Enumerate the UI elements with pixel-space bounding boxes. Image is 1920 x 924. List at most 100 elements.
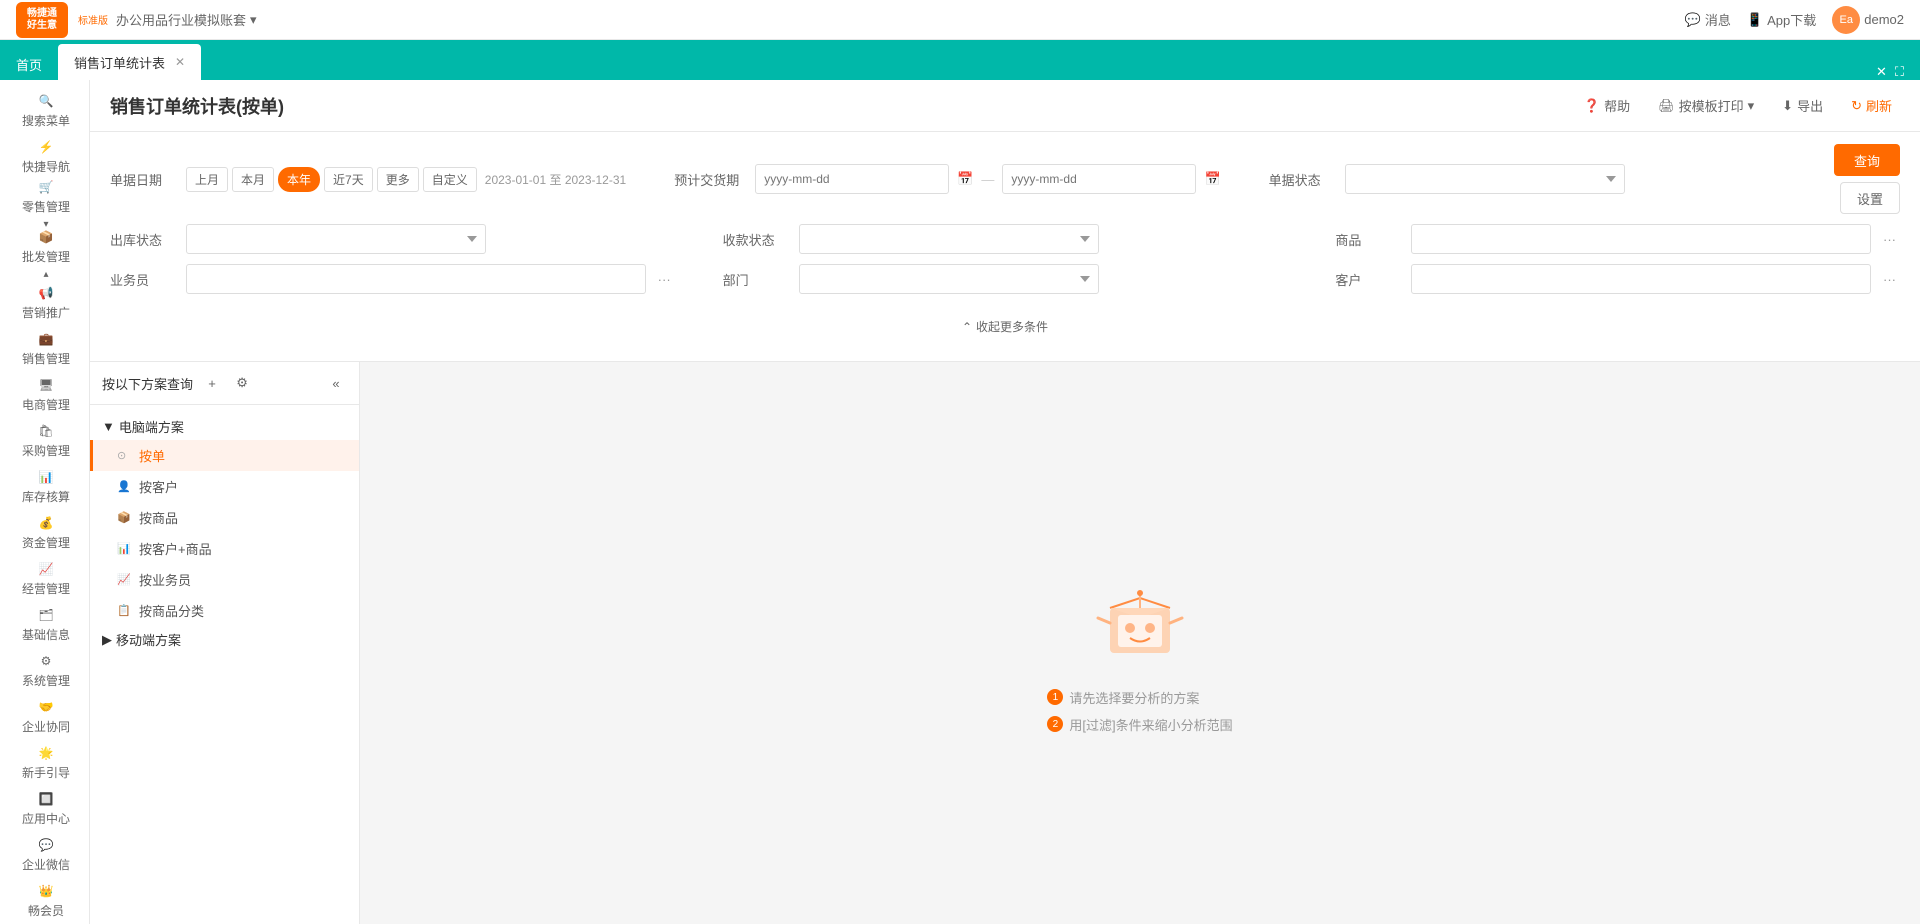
- customer-more-icon[interactable]: ···: [1879, 272, 1900, 287]
- expected-date-field: 📅 — 📅: [755, 164, 1220, 194]
- sidebar-item-ecommerce[interactable]: 🖥 电商管理: [0, 372, 89, 418]
- sidebar-operations-label: 经营管理: [22, 580, 70, 597]
- sidebar-item-member[interactable]: 👑 畅会员: [0, 878, 89, 924]
- ecommerce-icon: 🖥: [38, 378, 53, 392]
- sidebar-item-search[interactable]: 🔍 搜索菜单: [0, 88, 89, 134]
- sidebar-item-basic[interactable]: 🗂 基础信息: [0, 602, 89, 648]
- refresh-btn[interactable]: ↻ 刷新: [1843, 92, 1900, 119]
- calendar-to-icon[interactable]: 📅: [1204, 171, 1220, 187]
- delivery-label: 出库状态: [110, 230, 170, 249]
- tab-close-icon[interactable]: ✕: [175, 55, 185, 69]
- delivery-select[interactable]: [186, 224, 486, 254]
- message-btn[interactable]: 💬 消息: [1685, 10, 1731, 29]
- expected-date-to[interactable]: [1002, 164, 1196, 194]
- tree-item-by-order[interactable]: ⊙ 按单: [90, 440, 359, 471]
- date-btn-more[interactable]: 更多: [377, 167, 419, 192]
- tab-home-label: 首页: [16, 55, 42, 74]
- customer-input[interactable]: [1411, 264, 1871, 294]
- empty-steps: 1 请先选择要分析的方案 2 用[过滤]条件来缩小分析范围: [1047, 688, 1232, 734]
- add-scheme-btn[interactable]: +: [201, 372, 223, 394]
- sidebar-item-wechat[interactable]: 💬 企业微信: [0, 832, 89, 878]
- tree-item-by-customer-goods[interactable]: 📊 按客户+商品: [90, 533, 359, 564]
- filter-row-1: 单据日期 上月 本月 本年 近7天 更多 自定义 2023-01-01 至 20…: [110, 144, 1900, 214]
- salesperson-input[interactable]: [186, 264, 646, 294]
- expected-date-label: 预计交货期: [674, 170, 739, 189]
- tree-area: ▼ 电脑端方案 ⊙ 按单 👤 按客户 📦 按: [90, 405, 359, 924]
- order-status-field: [1345, 164, 1810, 194]
- sidebar-item-enterprise[interactable]: 🤝 企业协同: [0, 694, 89, 740]
- print-btn[interactable]: 🖨 按模板打印 ▾: [1650, 92, 1762, 119]
- marketing-icon: 📢: [39, 286, 54, 300]
- sidebar-item-retail[interactable]: 🛒 零售管理 ▾: [0, 180, 89, 230]
- tree-group-mobile-label[interactable]: ▶ 移动端方案: [90, 626, 359, 653]
- sidebar-item-guide[interactable]: 🌟 新手引导: [0, 740, 89, 786]
- main-layout: 🔍 搜索菜单 ⚡ 快捷导航 🛒 零售管理 ▾ 📦 批发管理 ▴ 📢 营销推广 💼…: [0, 80, 1920, 924]
- tree-item-by-salesperson[interactable]: 📈 按业务员: [90, 564, 359, 595]
- results-area: 1 请先选择要分析的方案 2 用[过滤]条件来缩小分析范围: [360, 362, 1920, 924]
- guide-icon: 🌟: [39, 746, 54, 760]
- sidebar-item-inventory[interactable]: 📊 库存核算: [0, 464, 89, 510]
- user-name: demo2: [1864, 12, 1904, 27]
- export-label: 导出: [1797, 96, 1823, 115]
- sidebar-item-operations[interactable]: 📈 经营管理: [0, 556, 89, 602]
- gear-icon: ⚙: [236, 375, 248, 391]
- date-btn-custom[interactable]: 自定义: [423, 167, 477, 192]
- tree-item-by-goods-category[interactable]: 📋 按商品分类: [90, 595, 359, 626]
- user-menu[interactable]: Ea demo2: [1832, 6, 1904, 34]
- help-btn[interactable]: ❓ 帮助: [1576, 92, 1638, 119]
- collapse-panel-btn[interactable]: «: [325, 372, 347, 394]
- left-panel-header: 按以下方案查询 + ⚙ «: [90, 362, 359, 405]
- date-btn-this-month[interactable]: 本月: [232, 167, 274, 192]
- date-btn-last-month[interactable]: 上月: [186, 167, 228, 192]
- collapse-left-icon: «: [332, 376, 339, 391]
- sidebar-marketing-label: 营销推广: [22, 304, 70, 321]
- window-close-icon[interactable]: ✕: [1876, 64, 1887, 80]
- settings-button[interactable]: 设置: [1840, 182, 1900, 214]
- app-download-btn[interactable]: 📱 App下载: [1747, 10, 1816, 29]
- app-selector[interactable]: 办公用品行业模拟账套 ▾: [116, 10, 257, 29]
- tree-group-mobile: ▶ 移动端方案: [90, 626, 359, 653]
- purchase-icon: 🛍: [38, 424, 53, 438]
- sales-icon: 💼: [39, 332, 54, 346]
- finance-icon: 💰: [39, 516, 54, 530]
- goods-more-icon[interactable]: ···: [1879, 232, 1900, 247]
- department-select[interactable]: [799, 264, 1099, 294]
- receipt-select[interactable]: [799, 224, 1099, 254]
- query-button[interactable]: 查询: [1834, 144, 1900, 176]
- sidebar-item-shortcut[interactable]: ⚡ 快捷导航: [0, 134, 89, 180]
- collapse-btn[interactable]: ⌃ 收起更多条件: [962, 312, 1048, 341]
- tab-home[interactable]: 首页: [0, 48, 58, 80]
- date-btn-this-year[interactable]: 本年: [278, 167, 320, 192]
- sidebar-item-system[interactable]: ⚙ 系统管理: [0, 648, 89, 694]
- tree-item-by-goods-category-label: 按商品分类: [139, 601, 204, 620]
- retail-icon: 🛒: [39, 180, 54, 194]
- step-2-text: 用[过滤]条件来缩小分析范围: [1069, 715, 1232, 734]
- tree-item-by-goods[interactable]: 📦 按商品: [90, 502, 359, 533]
- sidebar-item-sales[interactable]: 💼 销售管理: [0, 326, 89, 372]
- salesperson-more-icon[interactable]: ···: [654, 272, 675, 287]
- calendar-from-icon[interactable]: 📅: [957, 171, 973, 187]
- sidebar-item-marketing[interactable]: 📢 营销推广: [0, 280, 89, 326]
- salesperson-field: ···: [186, 264, 675, 294]
- chevron-icon: ▾: [43, 219, 48, 230]
- sidebar-inventory-label: 库存核算: [22, 488, 70, 505]
- by-order-icon: ⊙: [117, 449, 133, 462]
- order-status-select[interactable]: [1345, 164, 1625, 194]
- tab-sales-stats[interactable]: 销售订单统计表 ✕: [58, 44, 201, 80]
- export-btn[interactable]: ⬇ 导出: [1774, 92, 1831, 119]
- settings-scheme-btn[interactable]: ⚙: [231, 372, 253, 394]
- by-goods-category-icon: 📋: [117, 604, 133, 617]
- empty-step-2: 2 用[过滤]条件来缩小分析范围: [1047, 715, 1232, 734]
- page-actions: ❓ 帮助 🖨 按模板打印 ▾ ⬇ 导出 ↻ 刷新: [1576, 92, 1900, 119]
- sidebar-item-appcenter[interactable]: 🔲 应用中心: [0, 786, 89, 832]
- tree-item-by-customer[interactable]: 👤 按客户: [90, 471, 359, 502]
- goods-input[interactable]: [1411, 224, 1871, 254]
- sidebar-item-finance[interactable]: 💰 资金管理: [0, 510, 89, 556]
- date-btn-7days[interactable]: 近7天: [324, 167, 373, 192]
- sidebar-item-wholesale[interactable]: 📦 批发管理 ▴: [0, 230, 89, 280]
- sidebar-item-purchase[interactable]: 🛍 采购管理: [0, 418, 89, 464]
- tree-group-pc-label[interactable]: ▼ 电脑端方案: [90, 413, 359, 440]
- window-maximize-icon[interactable]: ⛶: [1895, 64, 1904, 80]
- tree-group-pc: ▼ 电脑端方案 ⊙ 按单 👤 按客户 📦 按: [90, 413, 359, 626]
- expected-date-from[interactable]: [755, 164, 949, 194]
